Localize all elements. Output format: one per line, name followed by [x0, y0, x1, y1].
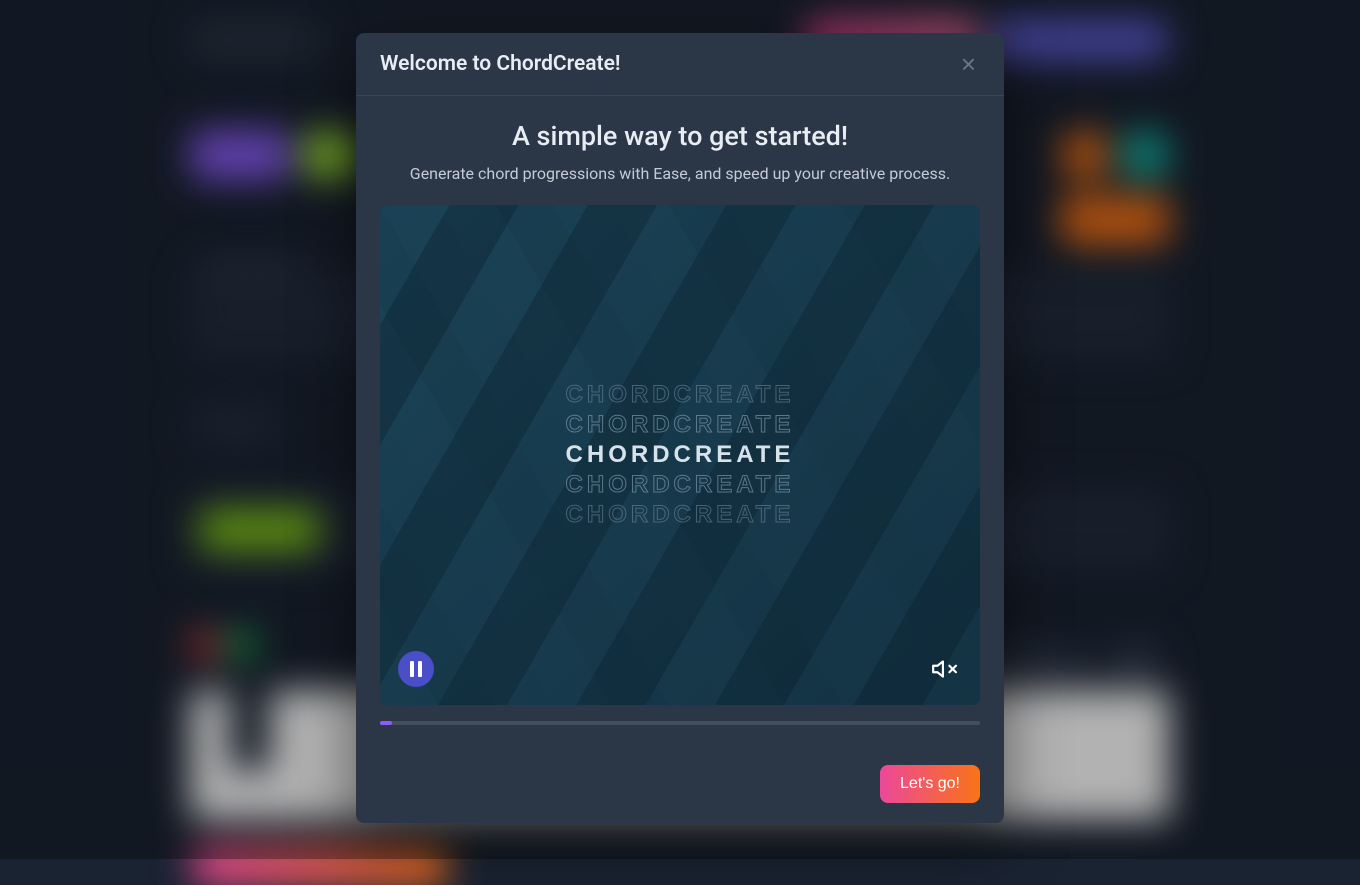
welcome-modal: Welcome to ChordCreate! × A simple way t… — [356, 33, 1004, 823]
video-progress-fill — [380, 721, 392, 725]
video-player[interactable]: CHORDCREATE CHORDCREATE CHORDCREATE CHOR… — [380, 205, 980, 705]
modal-footer: Let's go! — [356, 749, 1004, 823]
modal-title: Welcome to ChordCreate! — [380, 52, 621, 76]
modal-header: Welcome to ChordCreate! × — [356, 33, 1004, 96]
pause-icon — [410, 661, 422, 677]
modal-subheading: Generate chord progressions with Ease, a… — [380, 164, 980, 183]
modal-body: A simple way to get started! Generate ch… — [356, 96, 1004, 749]
brand-logo-text: CHORDCREATE CHORDCREATE CHORDCREATE CHOR… — [566, 380, 795, 530]
lets-go-button[interactable]: Let's go! — [880, 765, 980, 803]
close-button[interactable]: × — [957, 51, 980, 77]
video-progress-bar[interactable] — [380, 721, 980, 725]
video-controls — [398, 651, 962, 687]
mute-button[interactable] — [926, 651, 962, 687]
modal-heading: A simple way to get started! — [380, 120, 980, 152]
modal-overlay: Welcome to ChordCreate! × A simple way t… — [0, 0, 1360, 859]
pause-button[interactable] — [398, 651, 434, 687]
volume-muted-icon — [931, 656, 957, 682]
